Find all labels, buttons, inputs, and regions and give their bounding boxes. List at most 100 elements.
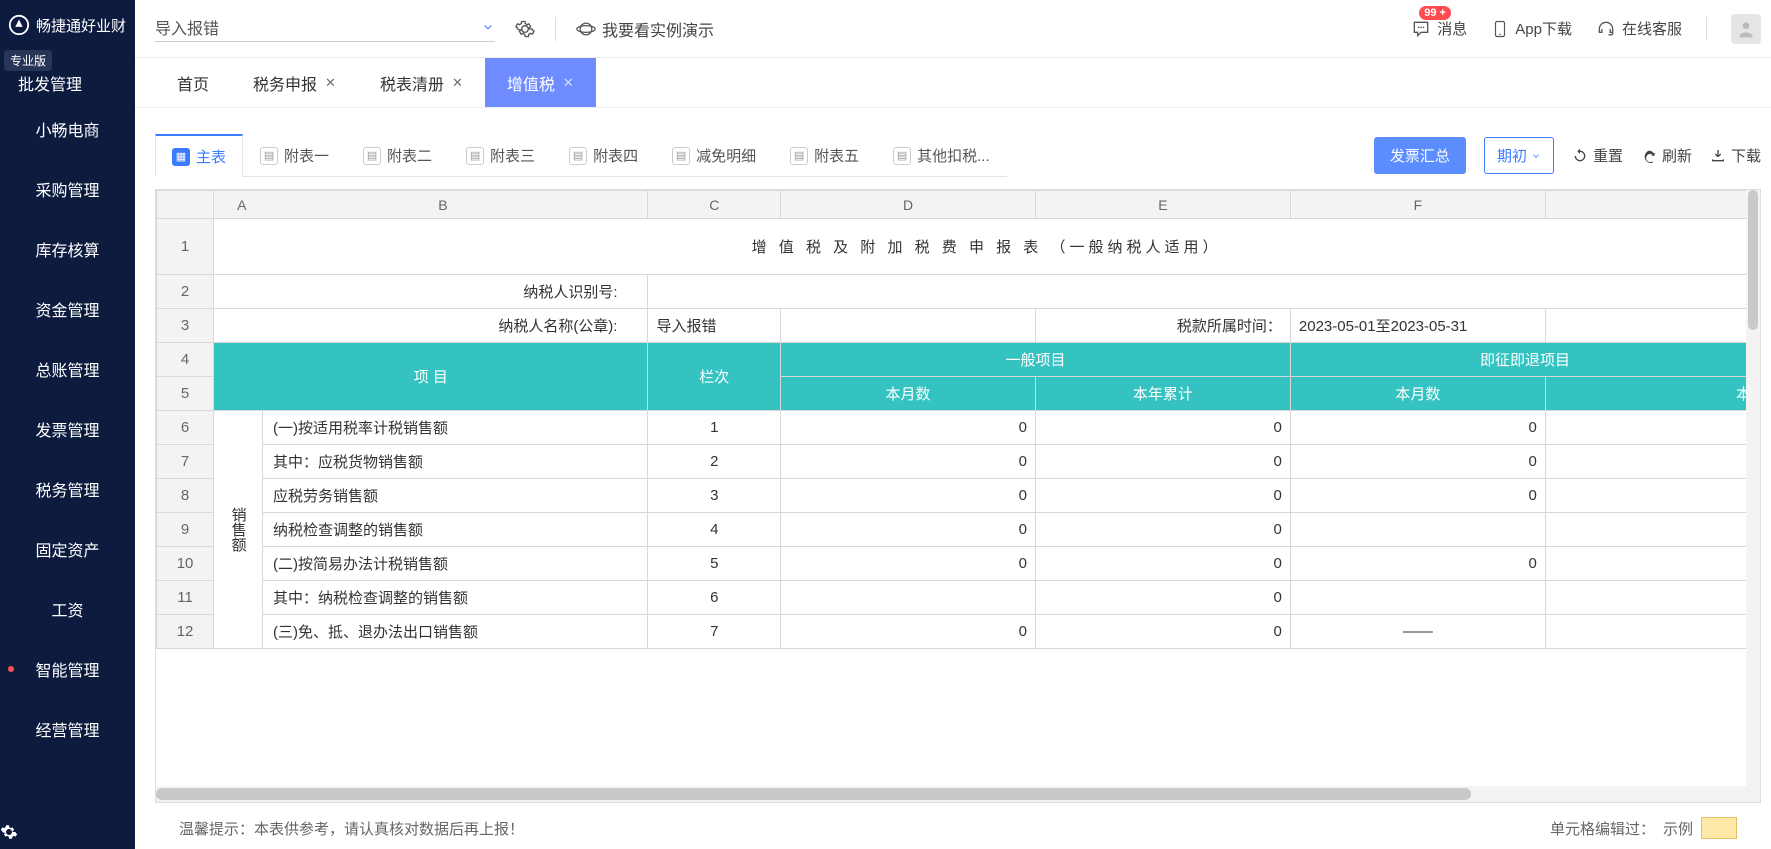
tab-tax-list[interactable]: 税表清册✕ [358,58,485,107]
settings-button[interactable] [0,815,135,849]
cell-value[interactable]: 0 [1035,411,1290,445]
cell-value[interactable]: 0 [1035,479,1290,513]
cell-value[interactable]: —— [1290,615,1545,649]
cell-value[interactable] [1290,581,1545,615]
cell-value[interactable]: 0 [781,479,1036,513]
sheet-tab-3[interactable]: ▤附表三 [449,134,552,176]
customer-service-button[interactable]: 在线客服 [1596,18,1682,39]
cell-value[interactable]: 0 [1290,479,1545,513]
item-name: 应税劳务销售额 [263,479,648,513]
edit-label: 单元格编辑过： [1550,818,1655,839]
cell-value[interactable]: 0 [1290,411,1545,445]
cell-value[interactable]: 0 [1035,615,1290,649]
item-name: (二)按简易办法计税销售额 [263,547,648,581]
col-D: D [781,191,1036,219]
sheet-tab-4[interactable]: ▤附表四 [552,134,655,176]
gear-icon [0,823,18,841]
item-name: 其中：应税货物销售额 [263,445,648,479]
edition-badge: 专业版 [4,50,52,71]
sidebar-item-inventory[interactable]: 库存核算 [0,219,135,279]
page-tabs: 首页 税务申报✕ 税表清册✕ 增值税✕ [135,58,1771,108]
sheet-tab-main[interactable]: ▦主表 [155,134,243,177]
avatar[interactable] [1731,14,1761,44]
cell-value[interactable]: 0 [781,445,1036,479]
close-icon[interactable]: ✕ [325,75,336,91]
sidebar-item-invoice[interactable]: 发票管理 [0,399,135,459]
vertical-scrollbar[interactable] [1746,190,1760,786]
divider [555,17,556,41]
sample-label: 示例 [1663,818,1693,839]
gear-icon [515,19,535,39]
sheet-tab-6[interactable]: ▤附表五 [773,134,876,176]
refresh-icon [1641,148,1657,164]
col-index: 3 [648,479,781,513]
invoice-summary-button[interactable]: 发票汇总 [1374,137,1466,174]
table-row: 3 纳税人名称(公章): 导入报错 税款所属时间： 2023-05-01至202… [157,309,1760,343]
cell-value[interactable]: 0 [781,513,1036,547]
col-F: F [1290,191,1545,219]
sheet-icon: ▤ [466,147,484,165]
table-row: 10(二)按简易办法计税销售额5000 [157,547,1760,581]
cell-value[interactable]: 0 [1035,547,1290,581]
col-index: 6 [648,581,781,615]
sheet-tabs: ▦主表 ▤附表一 ▤附表二 ▤附表三 ▤附表四 ▤减免明细 ▤附表五 ▤其他扣税… [155,134,1007,177]
sidebar-item-ecommerce[interactable]: 小畅电商 [0,99,135,159]
app-download-button[interactable]: App下载 [1491,18,1572,39]
cell-value[interactable]: 0 [1290,547,1545,581]
sidebar-item-purchase[interactable]: 采购管理 [0,159,135,219]
sidebar-item-funds[interactable]: 资金管理 [0,279,135,339]
brand-name: 畅捷通好业财 [36,15,126,36]
sheet-tab-1[interactable]: ▤附表一 [243,134,346,176]
table-row: 12(三)免、抵、退办法出口销售额700—— [157,615,1760,649]
sidebar-item-ledger[interactable]: 总账管理 [0,339,135,399]
close-icon[interactable]: ✕ [452,75,463,91]
tab-vat[interactable]: 增值税✕ [485,58,596,107]
sheet-icon: ▦ [172,148,190,166]
cell-value[interactable]: 0 [1290,445,1545,479]
sidebar-item-business[interactable]: 经营管理 [0,699,135,759]
cell-value[interactable]: 0 [1035,445,1290,479]
cell-value[interactable] [1290,513,1545,547]
col-index: 1 [648,411,781,445]
cell-value[interactable]: 0 [781,615,1036,649]
sidebar-item-tax[interactable]: 税务管理 [0,459,135,519]
item-name: 纳税检查调整的销售额 [263,513,648,547]
spreadsheet[interactable]: AB C D E F 1 增 值 税 及 附 加 税 费 申 报 表 （一般纳税… [155,189,1761,803]
sidebar-item-smart[interactable]: 智能管理 [0,639,135,699]
sidebar-item-assets[interactable]: 固定资产 [0,519,135,579]
sheet-tab-5[interactable]: ▤减免明细 [655,134,773,176]
cell-value[interactable]: 0 [781,411,1036,445]
download-button[interactable]: 下载 [1710,145,1761,166]
refresh-button[interactable]: 刷新 [1641,145,1692,166]
demo-link[interactable]: 我要看实例演示 [576,17,714,41]
cell-value[interactable]: 0 [781,547,1036,581]
settings-icon-button[interactable] [515,19,535,39]
col-index: 4 [648,513,781,547]
sidebar-item-salary[interactable]: 工资 [0,579,135,639]
search-input[interactable]: 导入报错 [155,15,495,42]
cell-value[interactable]: 0 [1035,581,1290,615]
close-icon[interactable]: ✕ [563,75,574,91]
table-row: 7其中：应税货物销售额2000 [157,445,1760,479]
table-row: 9纳税检查调整的销售额400 [157,513,1760,547]
sheet-tab-7[interactable]: ▤其他扣税... [876,134,1007,176]
sheet-icon: ▤ [260,147,278,165]
sheet-icon: ▤ [672,147,690,165]
tab-home[interactable]: 首页 [155,58,231,107]
tab-tax-filing[interactable]: 税务申报✕ [231,58,358,107]
sheet-icon: ▤ [569,147,587,165]
period-button[interactable]: 期初 [1484,137,1554,174]
reset-button[interactable]: 重置 [1572,145,1623,166]
item-name: (三)免、抵、退办法出口销售额 [263,615,648,649]
sheet-tab-2[interactable]: ▤附表二 [346,134,449,176]
cell-value[interactable] [781,581,1036,615]
horizontal-scrollbar[interactable] [156,786,1760,802]
phone-icon [1491,19,1509,39]
cell-value[interactable]: 0 [1035,513,1290,547]
sheet-icon: ▤ [893,147,911,165]
chevron-down-icon [1531,151,1541,161]
corner-cell [157,191,214,219]
download-icon [1710,148,1726,164]
messages-button[interactable]: 99 + 消息 [1411,18,1467,39]
sidebar-item-wholesale[interactable]: 批发管理 [0,71,135,99]
